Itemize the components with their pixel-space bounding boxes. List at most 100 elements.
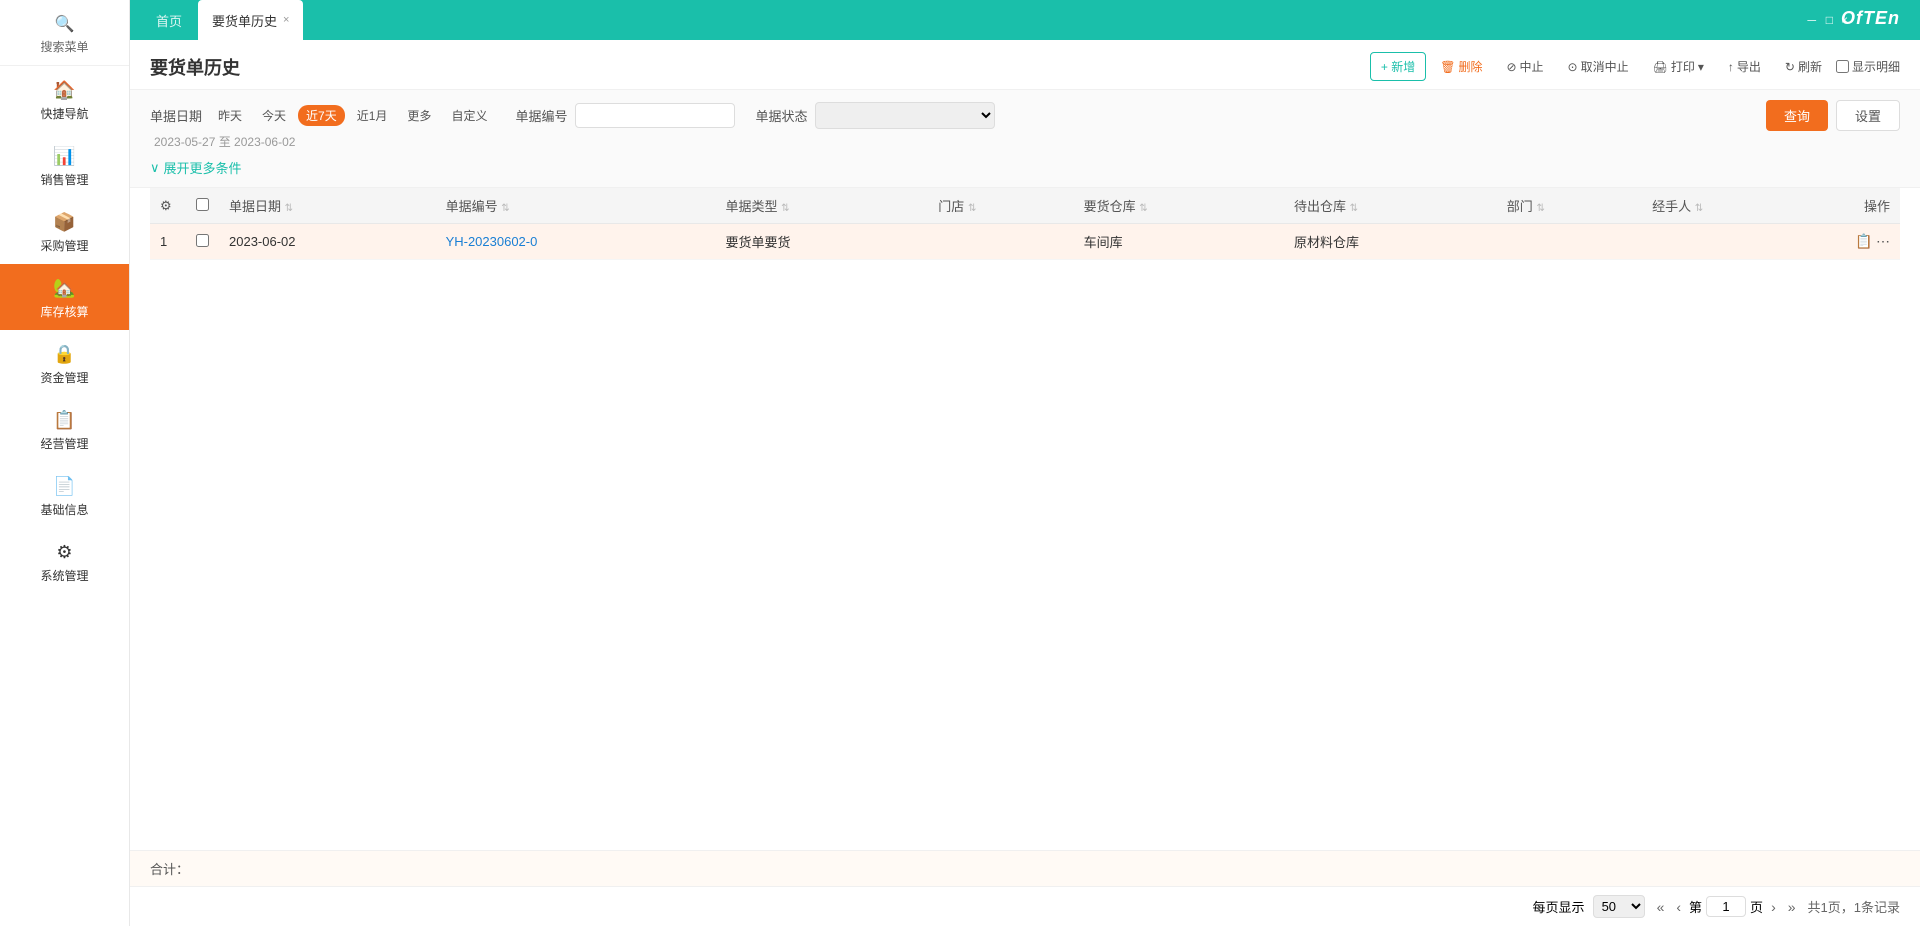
row-number-link[interactable]: YH-20230602-0	[446, 234, 538, 249]
sidebar-item-finance[interactable]: 🔒 资金管理	[0, 330, 129, 396]
col-req-warehouse-sort-icon[interactable]: ⇅	[1139, 203, 1147, 214]
col-dept-sort-icon[interactable]: ⇅	[1536, 203, 1544, 214]
doc-number-input[interactable]	[575, 103, 735, 128]
tab-close-icon[interactable]: ×	[283, 14, 289, 26]
sidebar-item-label: 系统管理	[40, 567, 88, 584]
sidebar-item-system[interactable]: ⚙ 系统管理	[0, 528, 129, 594]
sidebar-item-label: 经营管理	[40, 435, 88, 452]
display-detail-input[interactable]	[1836, 60, 1849, 73]
today-button[interactable]: 今天	[254, 105, 294, 126]
sidebar-item-quick-nav[interactable]: 🏠 快捷导航	[0, 66, 129, 132]
row-num: 1	[150, 224, 186, 260]
prev-page-button[interactable]: ‹	[1672, 897, 1685, 917]
table-footer: 合计：	[130, 850, 1920, 886]
sidebar-item-label: 资金管理	[40, 369, 88, 386]
col-handler-header[interactable]: 经手人 ⇅	[1642, 188, 1820, 224]
finance-icon: 🔒	[53, 344, 75, 365]
row-op1-icon[interactable]: 📋	[1855, 233, 1872, 249]
maximize-button[interactable]: □	[1826, 13, 1833, 27]
page-number-input[interactable]	[1706, 896, 1746, 917]
export-button[interactable]: ↑ 导出	[1718, 53, 1771, 80]
col-pending-warehouse-sort-icon[interactable]: ⇅	[1350, 203, 1358, 214]
status-select[interactable]	[815, 102, 995, 129]
display-detail-checkbox[interactable]: 显示明细	[1836, 58, 1900, 75]
table-container: ⚙ 单据日期 ⇅ 单据编号 ⇅	[130, 188, 1920, 850]
col-date-sort-icon[interactable]: ⇅	[285, 203, 293, 214]
col-store-header[interactable]: 门店 ⇅	[928, 188, 1073, 224]
refresh-button[interactable]: ↻ 刷新	[1775, 53, 1832, 80]
col-dept-label: 部门	[1507, 199, 1533, 214]
col-type-sort-icon[interactable]: ⇅	[781, 203, 789, 214]
row-pending-warehouse: 原材料仓库	[1284, 224, 1497, 260]
row-dept	[1497, 224, 1642, 260]
first-page-button[interactable]: «	[1653, 897, 1669, 917]
custom-button[interactable]: 自定义	[443, 105, 495, 126]
sidebar-search-label: 搜索菜单	[40, 38, 88, 55]
sidebar-item-label: 基础信息	[40, 501, 88, 518]
col-date-header[interactable]: 单据日期 ⇅	[219, 188, 436, 224]
sidebar-search[interactable]: 🔍 搜索菜单	[0, 0, 129, 66]
brand-logo: OfTEn	[1841, 8, 1900, 29]
row-op2-icon[interactable]: ⋯	[1876, 233, 1890, 249]
page-nav: « ‹ 第 页 › »	[1653, 896, 1800, 917]
page-total-info: 共1页，1条记录	[1808, 897, 1900, 916]
sidebar-item-sales[interactable]: 📊 销售管理	[0, 132, 129, 198]
expand-filter-button[interactable]: ∨ 展开更多条件	[150, 158, 1900, 177]
col-handler-sort-icon[interactable]: ⇅	[1695, 203, 1703, 214]
new-button[interactable]: + 新增	[1370, 52, 1426, 81]
row-date: 2023-06-02	[219, 224, 436, 260]
col-req-warehouse-header[interactable]: 要货仓库 ⇅	[1074, 188, 1284, 224]
col-dept-header[interactable]: 部门 ⇅	[1497, 188, 1642, 224]
col-number-header[interactable]: 单据编号 ⇅	[436, 188, 716, 224]
sidebar-item-label: 快捷导航	[40, 105, 88, 122]
display-label: 显示明细	[1852, 58, 1900, 75]
delete-button[interactable]: 🗑 删除	[1430, 53, 1492, 80]
col-pending-warehouse-header[interactable]: 待出仓库 ⇅	[1284, 188, 1497, 224]
print-arrow-icon: ▾	[1698, 60, 1704, 74]
col-number-sort-icon[interactable]: ⇅	[501, 203, 509, 214]
table-row[interactable]: 1 2023-06-02 YH-20230602-0 要货单要货 车间库	[150, 224, 1900, 260]
setting-button[interactable]: 设置	[1836, 100, 1900, 131]
sidebar-item-inventory[interactable]: 🏡 库存核算	[0, 264, 129, 330]
col-checkbox-header[interactable]	[186, 188, 219, 224]
print-button[interactable]: 🖨 打印 ▾	[1643, 53, 1714, 80]
row-checkbox[interactable]	[186, 224, 219, 260]
col-settings[interactable]: ⚙	[150, 188, 186, 224]
page-size-select[interactable]: 50 20 100	[1593, 895, 1645, 918]
stop-button[interactable]: ⊘ 中止	[1496, 53, 1553, 80]
recent1m-button[interactable]: 近1月	[349, 105, 396, 126]
row-req-warehouse: 车间库	[1074, 224, 1284, 260]
cancel-stop-button[interactable]: ⊙ 取消中止	[1558, 53, 1639, 80]
tab-home[interactable]: 首页	[142, 0, 196, 40]
row-select-checkbox[interactable]	[196, 234, 209, 247]
col-store-sort-icon[interactable]: ⇅	[968, 203, 976, 214]
date-range-text: 2023-05-27 至 2023-06-02	[154, 135, 295, 149]
minimize-button[interactable]: －	[1806, 12, 1818, 29]
refresh-label: 刷新	[1798, 58, 1822, 75]
tab-active[interactable]: 要货单历史 ×	[198, 0, 303, 40]
more-button[interactable]: 更多	[399, 105, 439, 126]
col-type-header[interactable]: 单据类型 ⇅	[715, 188, 928, 224]
sidebar-item-operation[interactable]: 📋 经营管理	[0, 396, 129, 462]
cancel-label: 取消中止	[1581, 58, 1629, 75]
pagination-area: 每页显示 50 20 100 « ‹ 第 页 › » 共1页，1条记录	[130, 886, 1920, 926]
box-icon: 📦	[53, 212, 75, 233]
page-title: 要货单历史	[150, 54, 240, 80]
tab-active-label: 要货单历史	[212, 11, 277, 30]
last-page-button[interactable]: »	[1784, 897, 1800, 917]
settings-icon[interactable]: ⚙	[160, 198, 172, 213]
sidebar-item-basic-info[interactable]: 📄 基础信息	[0, 462, 129, 528]
select-all-checkbox[interactable]	[196, 198, 209, 211]
col-ops-label: 操作	[1864, 199, 1890, 214]
row-ops: 📋 ⋯	[1820, 224, 1900, 260]
yesterday-button[interactable]: 昨天	[210, 105, 250, 126]
refresh-icon: ↻	[1785, 60, 1795, 74]
query-button[interactable]: 查询	[1766, 100, 1828, 131]
cancel-icon: ⊙	[1568, 60, 1578, 74]
print-label: 打印	[1671, 58, 1695, 75]
stop-label: 中止	[1520, 58, 1544, 75]
recent7-button[interactable]: 近7天	[298, 105, 345, 126]
main-area: 首页 要货单历史 × － □ × OfTEn 要货单历史 + 新增 🗑	[130, 0, 1920, 926]
sidebar-item-purchase[interactable]: 📦 采购管理	[0, 198, 129, 264]
next-page-button[interactable]: ›	[1767, 897, 1780, 917]
